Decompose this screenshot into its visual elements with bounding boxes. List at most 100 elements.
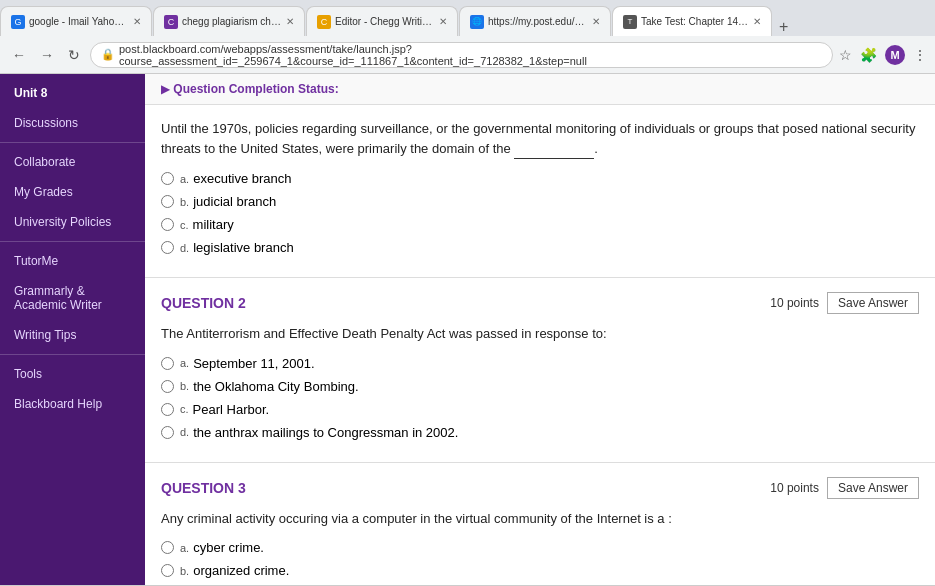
toolbar-icons: ☆ 🧩 M ⋮ <box>839 45 927 65</box>
tab-2-label: chegg plagiarism checker - Im... <box>182 16 282 27</box>
q1-letter-c: c. <box>180 219 189 231</box>
question-2-points-area: 10 points Save Answer <box>770 292 919 314</box>
q1-radio-c[interactable] <box>161 218 174 231</box>
sidebar-item-mygrades[interactable]: My Grades <box>0 177 145 207</box>
completion-label: Question Completion Status: <box>173 82 338 96</box>
tab-5-label: Take Test: Chapter 14 Quiz - C... <box>641 16 749 27</box>
sidebar-divider-1 <box>0 142 145 143</box>
completion-arrow: ▶ <box>161 82 170 96</box>
tab-5[interactable]: T Take Test: Chapter 14 Quiz - C... ✕ <box>612 6 772 36</box>
q2-letter-d: d. <box>180 426 189 438</box>
q1-radio-a[interactable] <box>161 172 174 185</box>
q2-option-d: d. the anthrax mailings to Congressman i… <box>161 425 919 440</box>
extension-icon[interactable]: 🧩 <box>860 47 877 63</box>
q1-text-a: executive branch <box>193 171 291 186</box>
question-1-block: Until the 1970s, policies regarding surv… <box>145 105 935 278</box>
q2-radio-a[interactable] <box>161 357 174 370</box>
tab-bar: G google - Imail Yahoo Search R... ✕ C c… <box>0 0 935 36</box>
q1-radio-b[interactable] <box>161 195 174 208</box>
address-bar-row: ← → ↻ 🔒 post.blackboard.com/webapps/asse… <box>0 36 935 74</box>
refresh-button[interactable]: ↻ <box>64 45 84 65</box>
question-1-options: a. executive branch b. judicial branch c… <box>161 171 919 255</box>
q3-radio-b[interactable] <box>161 564 174 577</box>
q1-option-c: c. military <box>161 217 919 232</box>
tab-4-label: https://my.post.edu/CMCPort... <box>488 16 588 27</box>
question-3-title: QUESTION 3 <box>161 480 246 496</box>
tab-3-favicon: C <box>317 15 331 29</box>
q2-text-c: Pearl Harbor. <box>193 402 270 417</box>
bookmark-icon[interactable]: ☆ <box>839 47 852 63</box>
tab-4[interactable]: 🌐 https://my.post.edu/CMCPort... ✕ <box>459 6 611 36</box>
q2-radio-b[interactable] <box>161 380 174 393</box>
sidebar-item-grammarly[interactable]: Grammarly & Academic Writer <box>0 276 145 320</box>
sidebar: Unit 8 Discussions Collaborate My Grades… <box>0 74 145 585</box>
question-2-text: The Antiterrorism and Effective Death Pe… <box>161 324 919 344</box>
q3-text-b: organized crime. <box>193 563 289 578</box>
question-2-title: QUESTION 2 <box>161 295 246 311</box>
q1-text-c: military <box>193 217 234 232</box>
tab-3[interactable]: C Editor - Chegg Writing - Plag... ✕ <box>306 6 458 36</box>
q2-text-a: September 11, 2001. <box>193 356 314 371</box>
question-2-header: QUESTION 2 10 points Save Answer <box>161 292 919 314</box>
blank-line <box>514 139 594 160</box>
sidebar-item-tools[interactable]: Tools <box>0 359 145 389</box>
q3-save-button[interactable]: Save Answer <box>827 477 919 499</box>
tab-4-favicon: 🌐 <box>470 15 484 29</box>
q2-text-d: the anthrax mailings to Congressman in 2… <box>193 425 458 440</box>
question-completion-bar: ▶ Question Completion Status: <box>145 74 935 105</box>
sidebar-item-discussions[interactable]: Discussions <box>0 108 145 138</box>
question-3-header: QUESTION 3 10 points Save Answer <box>161 477 919 499</box>
tab-2[interactable]: C chegg plagiarism checker - Im... ✕ <box>153 6 305 36</box>
q1-radio-d[interactable] <box>161 241 174 254</box>
question-2-points: 10 points <box>770 296 819 310</box>
tab-4-close[interactable]: ✕ <box>592 16 600 27</box>
tab-1-label: google - Imail Yahoo Search R... <box>29 16 129 27</box>
question-3-block: QUESTION 3 10 points Save Answer Any cri… <box>145 463 935 586</box>
sidebar-item-bbhelp[interactable]: Blackboard Help <box>0 389 145 419</box>
sidebar-item-unit8[interactable]: Unit 8 <box>0 74 145 108</box>
q1-letter-b: b. <box>180 196 189 208</box>
question-3-points: 10 points <box>770 481 819 495</box>
q2-save-button[interactable]: Save Answer <box>827 292 919 314</box>
q2-radio-d[interactable] <box>161 426 174 439</box>
q2-option-a: a. September 11, 2001. <box>161 356 919 371</box>
q1-option-a: a. executive branch <box>161 171 919 186</box>
tab-1-close[interactable]: ✕ <box>133 16 141 27</box>
sidebar-divider-2 <box>0 241 145 242</box>
question-3-points-area: 10 points Save Answer <box>770 477 919 499</box>
q1-option-b: b. judicial branch <box>161 194 919 209</box>
sidebar-item-tutorme[interactable]: TutorMe <box>0 246 145 276</box>
q2-text-b: the Oklahoma City Bombing. <box>193 379 358 394</box>
sidebar-item-writing[interactable]: Writing Tips <box>0 320 145 350</box>
address-box[interactable]: 🔒 post.blackboard.com/webapps/assessment… <box>90 42 833 68</box>
q3-option-a: a. cyber crime. <box>161 540 919 555</box>
q1-letter-a: a. <box>180 173 189 185</box>
tab-5-favicon: T <box>623 15 637 29</box>
sidebar-item-collaborate[interactable]: Collaborate <box>0 147 145 177</box>
forward-button[interactable]: → <box>36 45 58 65</box>
question-2-options: a. September 11, 2001. b. the Oklahoma C… <box>161 356 919 440</box>
q3-option-b: b. organized crime. <box>161 563 919 578</box>
q1-letter-d: d. <box>180 242 189 254</box>
tab-5-close[interactable]: ✕ <box>753 16 761 27</box>
question-1-text: Until the 1970s, policies regarding surv… <box>161 119 919 159</box>
q1-text-d: legislative branch <box>193 240 293 255</box>
main-content: ▶ Question Completion Status: Until the … <box>145 74 935 585</box>
tab-1[interactable]: G google - Imail Yahoo Search R... ✕ <box>0 6 152 36</box>
menu-icon[interactable]: ⋮ <box>913 47 927 63</box>
question-3-text: Any criminal activity occuring via a com… <box>161 509 919 529</box>
tab-3-close[interactable]: ✕ <box>439 16 447 27</box>
q1-option-d: d. legislative branch <box>161 240 919 255</box>
profile-icon[interactable]: M <box>885 45 905 65</box>
back-button[interactable]: ← <box>8 45 30 65</box>
tab-2-close[interactable]: ✕ <box>286 16 294 27</box>
new-tab-button[interactable]: + <box>773 18 794 36</box>
sidebar-item-unipolicies[interactable]: University Policies <box>0 207 145 237</box>
address-text: post.blackboard.com/webapps/assessment/t… <box>119 43 822 67</box>
q2-radio-c[interactable] <box>161 403 174 416</box>
q3-letter-b: b. <box>180 565 189 577</box>
tab-2-favicon: C <box>164 15 178 29</box>
q3-radio-a[interactable] <box>161 541 174 554</box>
q3-text-a: cyber crime. <box>193 540 264 555</box>
question-3-options: a. cyber crime. b. organized crime. c. p… <box>161 540 919 585</box>
